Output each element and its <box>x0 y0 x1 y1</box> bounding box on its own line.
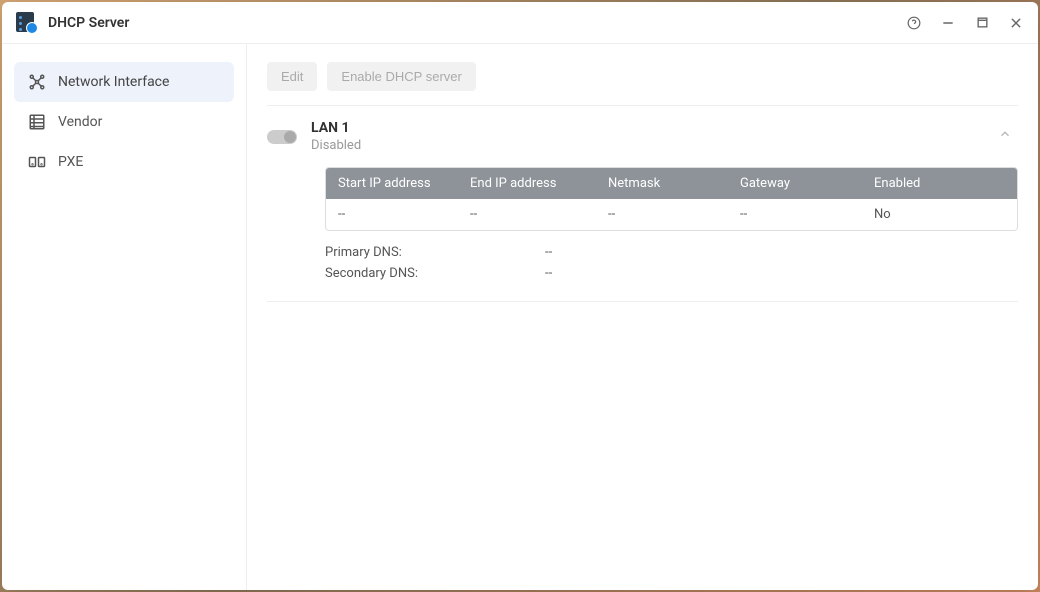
th-end-ip: End IP address <box>458 168 596 199</box>
app-icon <box>16 12 38 34</box>
th-start-ip: Start IP address <box>326 168 458 199</box>
help-button[interactable] <box>906 15 922 31</box>
th-gateway: Gateway <box>728 168 862 199</box>
td-gateway: -- <box>728 199 862 230</box>
network-icon <box>28 73 46 91</box>
sidebar-item-label: Network Interface <box>58 74 169 90</box>
interface-details: Start IP address End IP address Netmask … <box>325 167 1018 281</box>
table-header-row: Start IP address End IP address Netmask … <box>326 168 1017 199</box>
sidebar-item-label: Vendor <box>58 114 102 130</box>
interface-header: LAN 1 Disabled <box>267 120 1018 153</box>
sidebar: Network Interface Vendor PXE <box>2 44 247 590</box>
sidebar-item-network-interface[interactable]: Network Interface <box>14 62 234 102</box>
th-enabled: Enabled <box>862 168 1017 199</box>
sidebar-item-vendor[interactable]: Vendor <box>14 102 234 142</box>
interface-name: LAN 1 <box>311 120 361 136</box>
dns-primary-row: Primary DNS: -- <box>325 245 1018 260</box>
table-row[interactable]: -- -- -- -- No <box>326 199 1017 230</box>
td-enabled: No <box>862 199 1017 230</box>
collapse-button[interactable] <box>998 126 1012 145</box>
window-controls <box>906 15 1024 31</box>
app-window: DHCP Server Network Interface <box>2 2 1038 590</box>
td-start-ip: -- <box>326 199 458 230</box>
dns-primary-label: Primary DNS: <box>325 245 545 260</box>
minimize-button[interactable] <box>940 15 956 31</box>
toolbar: Edit Enable DHCP server <box>267 62 1018 106</box>
dns-secondary-row: Secondary DNS: -- <box>325 266 1018 281</box>
pxe-icon <box>28 153 46 171</box>
interface-status: Disabled <box>311 138 361 153</box>
sidebar-item-label: PXE <box>58 154 83 170</box>
interface-toggle[interactable] <box>267 130 297 144</box>
dns-block: Primary DNS: -- Secondary DNS: -- <box>325 245 1018 281</box>
dns-secondary-label: Secondary DNS: <box>325 266 545 281</box>
ip-range-table: Start IP address End IP address Netmask … <box>325 167 1018 231</box>
app-title: DHCP Server <box>48 15 906 31</box>
enable-dhcp-button[interactable]: Enable DHCP server <box>327 62 475 91</box>
maximize-button[interactable] <box>974 15 990 31</box>
td-netmask: -- <box>596 199 728 230</box>
titlebar: DHCP Server <box>2 2 1038 44</box>
th-netmask: Netmask <box>596 168 728 199</box>
edit-button[interactable]: Edit <box>267 62 317 91</box>
body: Network Interface Vendor PXE Edit Enable… <box>2 44 1038 590</box>
close-button[interactable] <box>1008 15 1024 31</box>
td-end-ip: -- <box>458 199 596 230</box>
dns-secondary-value: -- <box>545 266 552 281</box>
vendor-icon <box>28 113 46 131</box>
main-panel: Edit Enable DHCP server LAN 1 Disabled <box>247 44 1038 590</box>
dns-primary-value: -- <box>545 245 552 260</box>
sidebar-item-pxe[interactable]: PXE <box>14 142 234 182</box>
interface-block: LAN 1 Disabled Start IP address End IP a… <box>267 106 1018 302</box>
